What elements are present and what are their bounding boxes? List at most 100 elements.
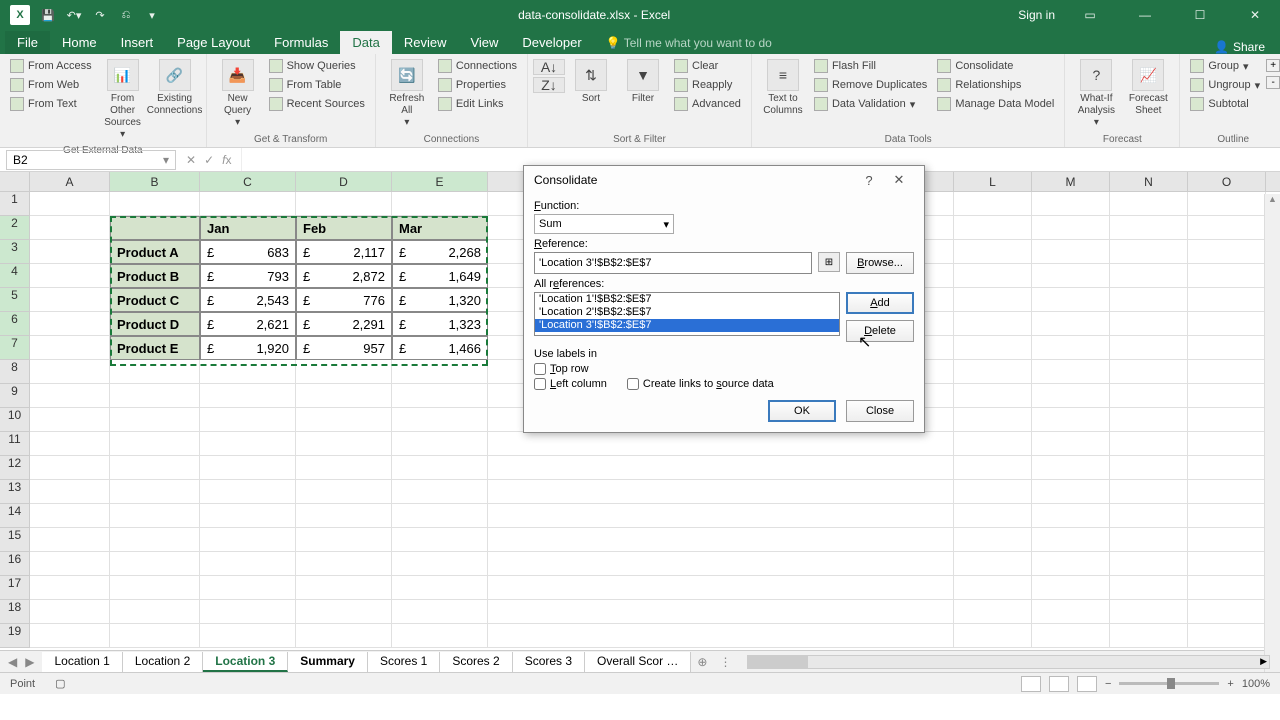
cell[interactable] xyxy=(200,360,296,384)
cell[interactable] xyxy=(30,576,110,600)
row-header[interactable]: 8 xyxy=(0,360,30,384)
cell[interactable] xyxy=(1110,552,1188,576)
cell[interactable]: £1,323 xyxy=(392,312,488,336)
cell[interactable] xyxy=(200,456,296,480)
collapse-icon[interactable]: - xyxy=(1266,76,1280,89)
page-layout-view-button[interactable] xyxy=(1049,676,1069,692)
create-links-checkbox[interactable]: Create links to source data xyxy=(627,378,774,390)
cell[interactable] xyxy=(110,624,200,648)
add-button[interactable]: Add xyxy=(846,292,914,314)
cell[interactable] xyxy=(30,360,110,384)
cell[interactable] xyxy=(1188,192,1266,216)
remove-duplicates-button[interactable]: Remove Duplicates xyxy=(810,76,931,94)
delete-button[interactable]: Delete xyxy=(846,320,914,342)
share-button[interactable]: 👤 Share xyxy=(1214,40,1280,54)
row-header[interactable]: 3 xyxy=(0,240,30,264)
cell[interactable] xyxy=(954,384,1032,408)
cell[interactable] xyxy=(200,576,296,600)
advanced-filter-button[interactable]: Advanced xyxy=(670,95,745,113)
cell[interactable]: £2,291 xyxy=(296,312,392,336)
cell[interactable] xyxy=(110,384,200,408)
cell[interactable] xyxy=(954,432,1032,456)
cell[interactable] xyxy=(488,432,954,456)
cell[interactable] xyxy=(30,384,110,408)
cell[interactable] xyxy=(1110,576,1188,600)
cell[interactable] xyxy=(1188,360,1266,384)
cell[interactable] xyxy=(30,192,110,216)
cell[interactable] xyxy=(1188,576,1266,600)
cell[interactable]: £1,466 xyxy=(392,336,488,360)
cell[interactable] xyxy=(1188,216,1266,240)
repeat-icon[interactable]: ⎌ xyxy=(118,7,134,23)
close-button[interactable]: Close xyxy=(846,400,914,422)
save-icon[interactable]: 💾 xyxy=(40,7,56,23)
cancel-formula-icon[interactable]: ✕ xyxy=(186,153,196,167)
row-header[interactable]: 6 xyxy=(0,312,30,336)
cell[interactable] xyxy=(488,456,954,480)
cell[interactable] xyxy=(1110,384,1188,408)
cell[interactable]: Product B xyxy=(110,264,200,288)
new-query-button[interactable]: 📥New Query▾ xyxy=(213,57,263,131)
row-header[interactable]: 13 xyxy=(0,480,30,504)
row-header[interactable]: 9 xyxy=(0,384,30,408)
range-select-icon[interactable]: ⊞ xyxy=(818,252,840,272)
cell[interactable]: Feb xyxy=(296,216,392,240)
cell[interactable] xyxy=(954,288,1032,312)
from-web-button[interactable]: From Web xyxy=(6,76,96,94)
cell[interactable] xyxy=(954,624,1032,648)
zoom-in-button[interactable]: + xyxy=(1227,678,1233,690)
cell[interactable] xyxy=(392,360,488,384)
sheet-tab[interactable]: Scores 3 xyxy=(513,652,585,672)
cell[interactable] xyxy=(954,312,1032,336)
cell[interactable] xyxy=(30,432,110,456)
sheet-tab[interactable]: Summary xyxy=(288,652,368,672)
tab-formulas[interactable]: Formulas xyxy=(262,31,340,54)
cell[interactable]: Product C xyxy=(110,288,200,312)
cell[interactable] xyxy=(1188,312,1266,336)
cell[interactable] xyxy=(1032,408,1110,432)
cell[interactable]: £683 xyxy=(200,240,296,264)
signin-link[interactable]: Sign in xyxy=(1018,8,1055,22)
row-header[interactable]: 17 xyxy=(0,576,30,600)
expand-icon[interactable]: + xyxy=(1266,59,1280,72)
zoom-level[interactable]: 100% xyxy=(1242,678,1270,690)
cell[interactable] xyxy=(1110,408,1188,432)
cell[interactable] xyxy=(296,456,392,480)
col-header[interactable]: M xyxy=(1032,172,1110,191)
tell-me-search[interactable]: 💡 Tell me what you want to do xyxy=(594,32,784,54)
cell[interactable] xyxy=(488,480,954,504)
cell[interactable]: £2,872 xyxy=(296,264,392,288)
cell[interactable] xyxy=(488,552,954,576)
ok-button[interactable]: OK xyxy=(768,400,836,422)
cell[interactable] xyxy=(200,432,296,456)
enter-formula-icon[interactable]: ✓ xyxy=(204,153,214,167)
all-references-listbox[interactable]: 'Location 1'!$B$2:$E$7 'Location 2'!$B$2… xyxy=(534,292,840,336)
sheet-tab[interactable]: Location 1 xyxy=(42,652,122,672)
cell[interactable] xyxy=(110,576,200,600)
cell[interactable] xyxy=(1110,504,1188,528)
dialog-help-button[interactable]: ? xyxy=(854,173,884,188)
cell[interactable] xyxy=(1188,624,1266,648)
cell[interactable] xyxy=(296,528,392,552)
normal-view-button[interactable] xyxy=(1021,676,1041,692)
cell[interactable] xyxy=(200,624,296,648)
cell[interactable] xyxy=(392,624,488,648)
clear-filter-button[interactable]: Clear xyxy=(670,57,745,75)
flash-fill-button[interactable]: Flash Fill xyxy=(810,57,931,75)
cell[interactable] xyxy=(1188,240,1266,264)
ribbon-options-icon[interactable]: ▭ xyxy=(1070,8,1110,22)
col-header[interactable]: C xyxy=(200,172,296,191)
cell[interactable] xyxy=(30,240,110,264)
tab-data[interactable]: Data xyxy=(340,31,391,54)
cell[interactable] xyxy=(110,552,200,576)
cell[interactable] xyxy=(110,528,200,552)
manage-data-model-button[interactable]: Manage Data Model xyxy=(933,95,1058,113)
ungroup-button[interactable]: Ungroup ▾ xyxy=(1186,76,1264,94)
col-header[interactable]: O xyxy=(1188,172,1266,191)
list-item[interactable]: 'Location 2'!$B$2:$E$7 xyxy=(535,306,839,319)
from-access-button[interactable]: From Access xyxy=(6,57,96,75)
tab-developer[interactable]: Developer xyxy=(510,31,593,54)
cell[interactable] xyxy=(1188,264,1266,288)
col-header[interactable]: A xyxy=(30,172,110,191)
cell[interactable] xyxy=(30,264,110,288)
